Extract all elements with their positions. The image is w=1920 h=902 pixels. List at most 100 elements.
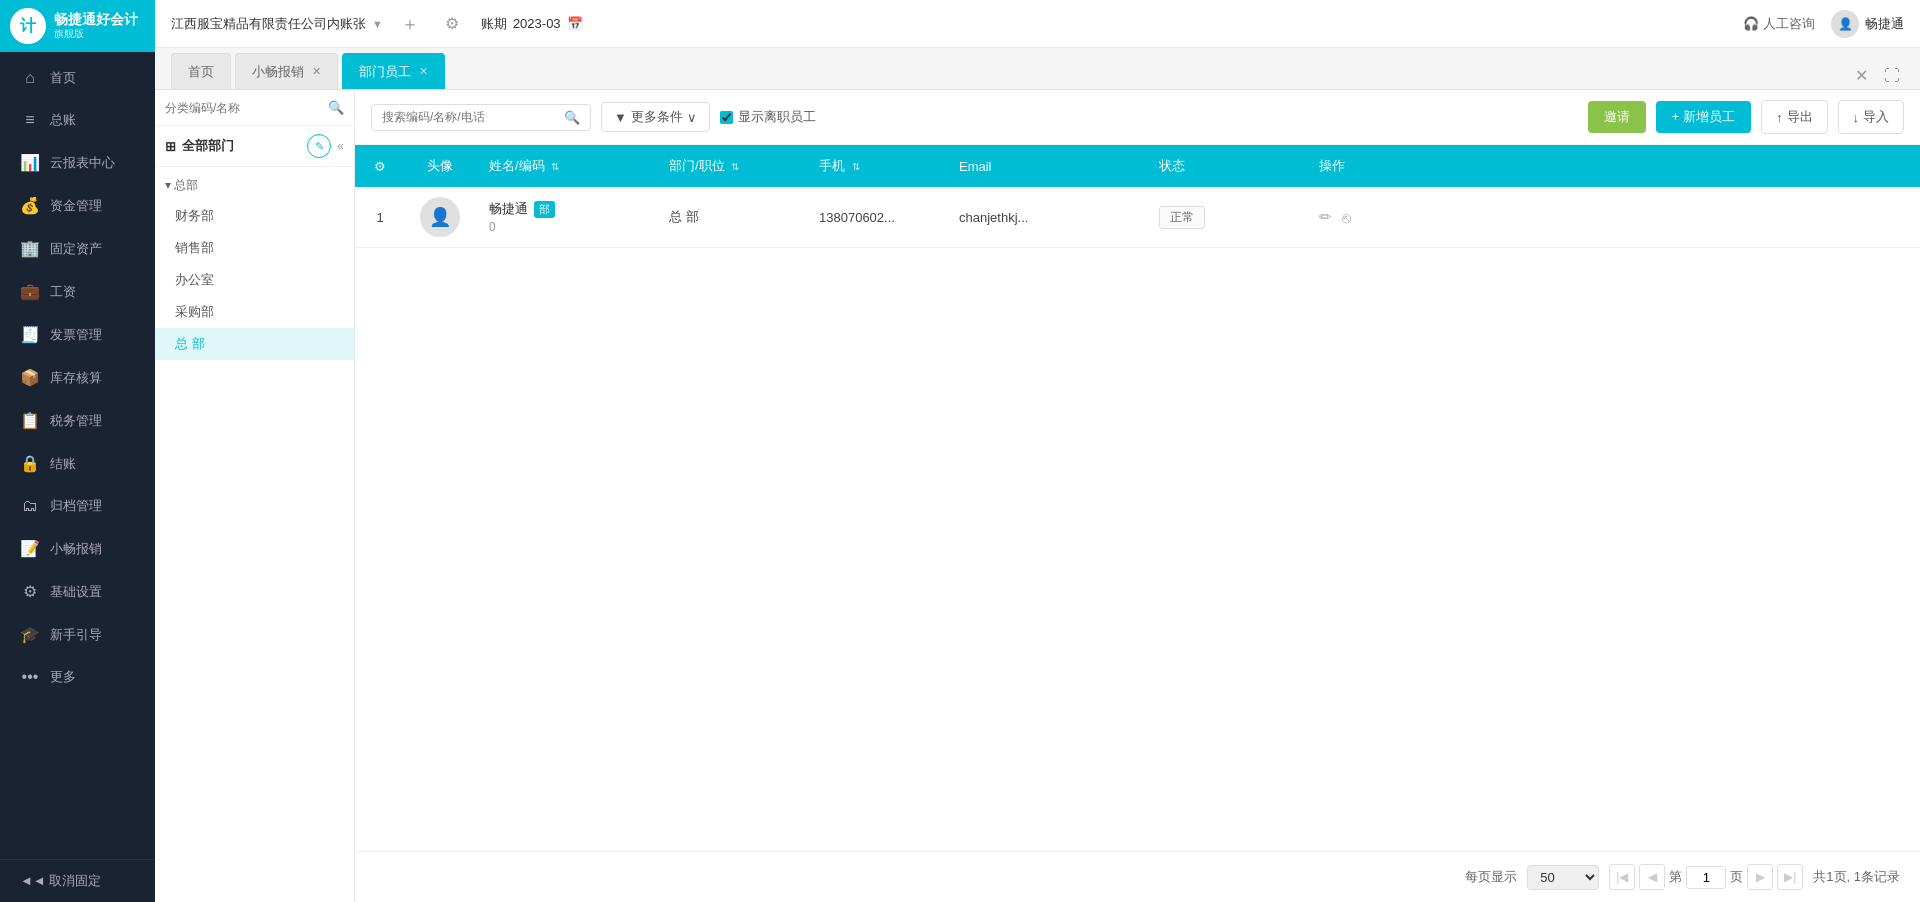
sidebar-item-more[interactable]: ••• 更多	[0, 656, 155, 698]
app-logo[interactable]: 计 畅捷通好会计 旗舰版	[0, 0, 155, 52]
export-button[interactable]: ↑ 导出	[1761, 100, 1828, 134]
tab-expense-close-icon[interactable]: ✕	[312, 65, 321, 78]
sidebar-item-reports[interactable]: 📊 云报表中心	[0, 141, 155, 184]
sidebar-label-more: 更多	[50, 668, 76, 686]
sidebar-label-home: 首页	[50, 69, 76, 87]
row-email: chanjethkj...	[945, 187, 1145, 248]
sidebar-item-settings[interactable]: ⚙ 基础设置	[0, 570, 155, 613]
logout-icon[interactable]: ⎋	[1342, 209, 1351, 226]
show-resigned-label[interactable]: 显示离职员工	[720, 108, 816, 126]
prev-page-button[interactable]: ◀	[1639, 864, 1665, 890]
name-main: 畅捷通 部	[489, 200, 641, 218]
table-row: 1 👤 畅捷通 部 0	[355, 187, 1920, 248]
add-tab-button[interactable]: ＋	[393, 12, 427, 36]
dept-collapse-icon[interactable]: «	[337, 139, 344, 153]
sidebar-label-archive: 归档管理	[50, 497, 102, 515]
settings-gear-icon[interactable]: ⚙	[437, 14, 467, 33]
sidebar-item-home[interactable]: ⌂ 首页	[0, 57, 155, 99]
page-input[interactable]	[1686, 866, 1726, 889]
show-resigned-text: 显示离职员工	[738, 108, 816, 126]
period-label: 账期	[481, 15, 507, 33]
dept-edit-button[interactable]: ✎	[307, 134, 331, 158]
col-settings[interactable]: ⚙	[355, 145, 405, 187]
company-chevron-icon: ▼	[372, 18, 383, 30]
dept-group-zongbu: ▾ 总部	[155, 171, 354, 200]
dept-item-caigou[interactable]: 采购部	[155, 296, 354, 328]
next-page-button[interactable]: ▶	[1747, 864, 1773, 890]
tab-bar: 首页 小畅报销 ✕ 部门员工 ✕ ✕ ⛶	[155, 48, 1920, 90]
sidebar: 计 畅捷通好会计 旗舰版 ⌂ 首页 ≡ 总账 📊 云报表中心 💰 资金管理 🏢 …	[0, 0, 155, 902]
table-header-row: ⚙ 头像 姓名/编码 ⇅ 部门/职位 ⇅ 手机 ⇅ Email 状态 操作	[355, 145, 1920, 187]
employee-table-body: 1 👤 畅捷通 部 0	[355, 187, 1920, 248]
sidebar-item-assets[interactable]: 🏢 固定资产	[0, 227, 155, 270]
sidebar-item-closing[interactable]: 🔒 结账	[0, 442, 155, 485]
tab-home[interactable]: 首页	[171, 53, 231, 89]
sidebar-item-ledger[interactable]: ≡ 总账	[0, 99, 155, 141]
more-filter-button[interactable]: ▼ 更多条件 ∨	[601, 102, 710, 132]
service-label: 人工咨询	[1763, 15, 1815, 33]
page-unit-label: 页	[1730, 868, 1743, 886]
close-window-icon[interactable]: ✕	[1851, 62, 1872, 89]
dept-item-bangong[interactable]: 办公室	[155, 264, 354, 296]
show-resigned-checkbox[interactable]	[720, 111, 733, 124]
tab-dept[interactable]: 部门员工 ✕	[342, 53, 445, 89]
per-page-label: 每页显示	[1465, 868, 1517, 886]
sidebar-item-funds[interactable]: 💰 资金管理	[0, 184, 155, 227]
sidebar-pin-toggle[interactable]: ◄◄ 取消固定	[0, 859, 155, 902]
employee-search-input[interactable]	[382, 110, 558, 124]
user-avatar: 👤	[1831, 10, 1859, 38]
sidebar-item-inventory[interactable]: 📦 库存核算	[0, 356, 155, 399]
col-dept[interactable]: 部门/职位 ⇅	[655, 145, 805, 187]
import-button[interactable]: ↓ 导入	[1838, 100, 1905, 134]
col-phone[interactable]: 手机 ⇅	[805, 145, 945, 187]
right-panel: 🔍 ▼ 更多条件 ∨ 显示离职员工 邀请 + 新增员工 ↑ 导出	[355, 90, 1920, 902]
calendar-icon[interactable]: 📅	[567, 16, 583, 31]
add-employee-button[interactable]: + 新增员工	[1656, 101, 1751, 133]
user-name: 畅捷通	[1865, 15, 1904, 33]
dept-search-input[interactable]	[165, 101, 322, 115]
edit-icon[interactable]: ✏	[1319, 208, 1332, 226]
tab-dept-close-icon[interactable]: ✕	[419, 65, 428, 78]
dept-item-zongbu-leaf[interactable]: 总 部	[155, 328, 354, 360]
sidebar-item-guide[interactable]: 🎓 新手引导	[0, 613, 155, 656]
home-icon: ⌂	[20, 69, 40, 87]
sidebar-item-archive[interactable]: 🗂 归档管理	[0, 485, 155, 527]
per-page-select[interactable]: 50 20 100	[1527, 865, 1599, 890]
row-actions-cell: ✏ ⎋	[1305, 187, 1920, 248]
service-button[interactable]: 🎧 人工咨询	[1743, 15, 1815, 33]
ledger-icon: ≡	[20, 111, 40, 129]
filter-chevron-icon: ∨	[687, 110, 697, 125]
employee-search-icon[interactable]: 🔍	[564, 110, 580, 125]
content-area: 🔍 ⊞ 全部部门 ✎ « ▾ 总部 财务部 销售部 办公室 采购部 总 部	[155, 90, 1920, 902]
user-menu[interactable]: 👤 畅捷通	[1831, 10, 1904, 38]
row-index: 1	[355, 187, 405, 248]
sidebar-label-funds: 资金管理	[50, 197, 102, 215]
all-dept-button[interactable]: ⊞ 全部部门	[165, 137, 234, 155]
col-name[interactable]: 姓名/编码 ⇅	[475, 145, 655, 187]
company-selector[interactable]: 江西服宝精品有限责任公司内账张 ▼	[171, 15, 383, 33]
avatar: 👤	[420, 197, 460, 237]
dept-item-caiwu[interactable]: 财务部	[155, 200, 354, 232]
last-page-button[interactable]: ▶|	[1777, 864, 1803, 890]
first-page-button[interactable]: |◀	[1609, 864, 1635, 890]
invite-button[interactable]: 邀请	[1588, 101, 1646, 133]
sidebar-label-reports: 云报表中心	[50, 154, 115, 172]
sidebar-item-invoice[interactable]: 🧾 发票管理	[0, 313, 155, 356]
headset-icon: 🎧	[1743, 16, 1759, 31]
dept-item-xiaoshou[interactable]: 销售部	[155, 232, 354, 264]
expense-icon: 📝	[20, 539, 40, 558]
tax-icon: 📋	[20, 411, 40, 430]
employee-search-box: 🔍	[371, 104, 591, 131]
dept-search-icon[interactable]: 🔍	[328, 100, 344, 115]
sidebar-item-tax[interactable]: 📋 税务管理	[0, 399, 155, 442]
sidebar-item-expense[interactable]: 📝 小畅报销	[0, 527, 155, 570]
tab-expense[interactable]: 小畅报销 ✕	[235, 53, 338, 89]
employee-name: 畅捷通	[489, 200, 528, 218]
main-area: 江西服宝精品有限责任公司内账张 ▼ ＋ ⚙ 账期 2023-03 📅 🎧 人工咨…	[155, 0, 1920, 902]
sidebar-item-payroll[interactable]: 💼 工资	[0, 270, 155, 313]
app-version: 旗舰版	[54, 27, 138, 41]
dept-tag-badge: 部	[534, 201, 555, 218]
maximize-icon[interactable]: ⛶	[1880, 63, 1904, 89]
more-icon: •••	[20, 668, 40, 686]
settings-icon: ⚙	[20, 582, 40, 601]
